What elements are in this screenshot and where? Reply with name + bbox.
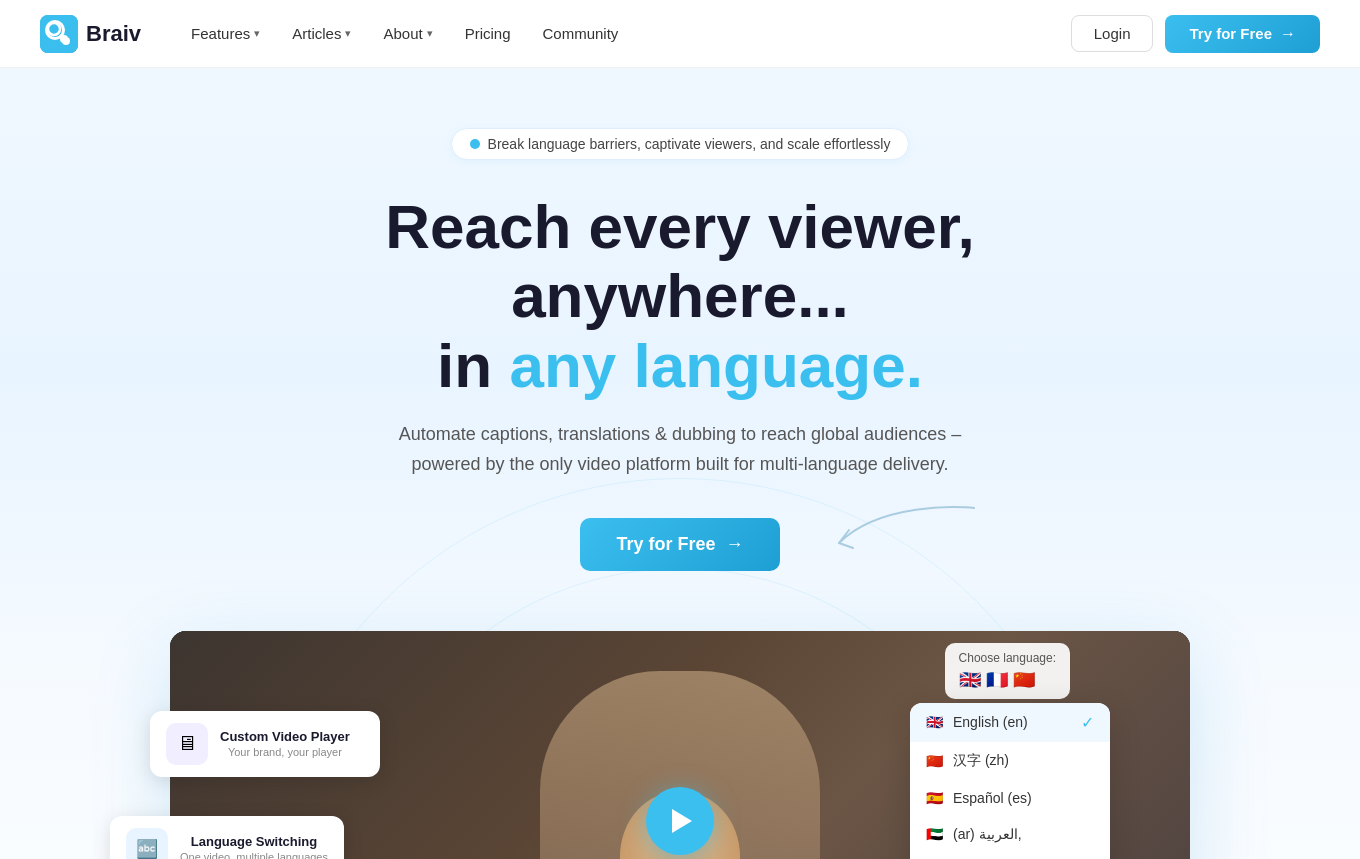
lang-flags: 🇬🇧 🇫🇷 🇨🇳: [959, 669, 1056, 691]
lang-item-es[interactable]: 🇪🇸 Español (es): [910, 780, 1110, 816]
badge-dot: [470, 139, 480, 149]
lang-label-en: English (en): [953, 714, 1028, 730]
svg-rect-0: [40, 15, 78, 53]
flag-icon-en: 🇬🇧: [926, 714, 943, 730]
custom-player-icon: 🖥: [166, 723, 208, 765]
nav-link-features[interactable]: Features ▾: [177, 17, 274, 50]
feature-card-title: Language Switching: [180, 834, 328, 849]
nav-link-community[interactable]: Community: [529, 17, 633, 50]
hero-badge: Break language barriers, captivate viewe…: [451, 128, 910, 160]
login-button[interactable]: Login: [1071, 15, 1154, 52]
lang-label-es: Español (es): [953, 790, 1032, 806]
navbar: Braiv Features ▾ Articles ▾ About ▾ Pric…: [0, 0, 1360, 68]
feature-card-title: Custom Video Player: [220, 729, 350, 744]
hero-subtitle: Automate captions, translations & dubbin…: [380, 420, 980, 479]
logo[interactable]: Braiv: [40, 15, 141, 53]
feature-card-info: Language Switching One video, multiple l…: [180, 834, 328, 859]
lang-item-ar[interactable]: 🇦🇪 (ar) العربية,: [910, 816, 1110, 852]
chevron-down-icon: ▾: [345, 27, 351, 40]
lang-label-ar: (ar) العربية,: [953, 826, 1022, 842]
lang-switching-icon: 🔤: [126, 828, 168, 859]
feature-card-subtitle: One video, multiple languages: [180, 851, 328, 859]
lang-item-zh[interactable]: 🇨🇳 汉字 (zh): [910, 742, 1110, 780]
logo-icon: [40, 15, 78, 53]
arrow-doodle: [819, 498, 979, 568]
flag-fr: 🇫🇷: [986, 669, 1008, 691]
feature-card-lang-switching: 🔤 Language Switching One video, multiple…: [110, 816, 344, 859]
check-icon: ✓: [1081, 713, 1094, 732]
play-triangle-icon: [672, 809, 692, 833]
flag-icon-ar: 🇦🇪: [926, 826, 943, 842]
lang-label-zh: 汉字 (zh): [953, 752, 1009, 770]
badge-text: Break language barriers, captivate viewe…: [488, 136, 891, 152]
lang-chooser-label: Choose language:: [959, 651, 1056, 665]
hero-title-line2-prefix: in: [437, 331, 509, 400]
lang-item-jp[interactable]: 🇯🇵 日本語 (jp): [910, 852, 1110, 859]
hero-title: Reach every viewer, anywhere... in any l…: [250, 192, 1110, 400]
flag-en: 🇬🇧: [959, 669, 981, 691]
nav-link-articles[interactable]: Articles ▾: [278, 17, 365, 50]
chevron-down-icon: ▾: [427, 27, 433, 40]
feature-card-custom-player: 🖥 Custom Video Player Your brand, your p…: [150, 711, 380, 777]
play-button[interactable]: [646, 787, 714, 855]
hero-title-accent: any language.: [509, 331, 922, 400]
flag-icon-zh: 🇨🇳: [926, 753, 943, 769]
hero-section: Break language barriers, captivate viewe…: [0, 68, 1360, 859]
arrow-icon: →: [1280, 25, 1296, 43]
nav-links: Features ▾ Articles ▾ About ▾ Pricing Co…: [177, 17, 632, 50]
cta-arrow-icon: →: [726, 534, 744, 555]
nav-link-about[interactable]: About ▾: [369, 17, 446, 50]
flag-icon-es: 🇪🇸: [926, 790, 943, 806]
nav-right: Login Try for Free →: [1071, 15, 1320, 53]
svg-point-1: [48, 23, 60, 35]
video-area: 🖥 Custom Video Player Your brand, your p…: [170, 631, 1190, 859]
chevron-down-icon: ▾: [254, 27, 260, 40]
lang-item-en[interactable]: 🇬🇧 English (en) ✓: [910, 703, 1110, 742]
brand-name: Braiv: [86, 21, 141, 47]
hero-cta-button[interactable]: Try for Free →: [580, 518, 779, 571]
nav-link-pricing[interactable]: Pricing: [451, 17, 525, 50]
flag-zh: 🇨🇳: [1013, 669, 1035, 691]
lang-chooser-top: Choose language: 🇬🇧 🇫🇷 🇨🇳 🇬🇧 English (en…: [945, 643, 1070, 699]
language-dropdown: 🇬🇧 English (en) ✓ 🇨🇳 汉字 (zh) 🇪🇸 Español …: [910, 703, 1110, 859]
hero-title-line1: Reach every viewer, anywhere...: [385, 192, 974, 330]
feature-card-info: Custom Video Player Your brand, your pla…: [220, 729, 350, 758]
svg-point-2: [60, 35, 68, 43]
nav-left: Braiv Features ▾ Articles ▾ About ▾ Pric…: [40, 15, 632, 53]
feature-card-subtitle: Your brand, your player: [220, 746, 350, 758]
try-for-free-button[interactable]: Try for Free →: [1165, 15, 1320, 53]
